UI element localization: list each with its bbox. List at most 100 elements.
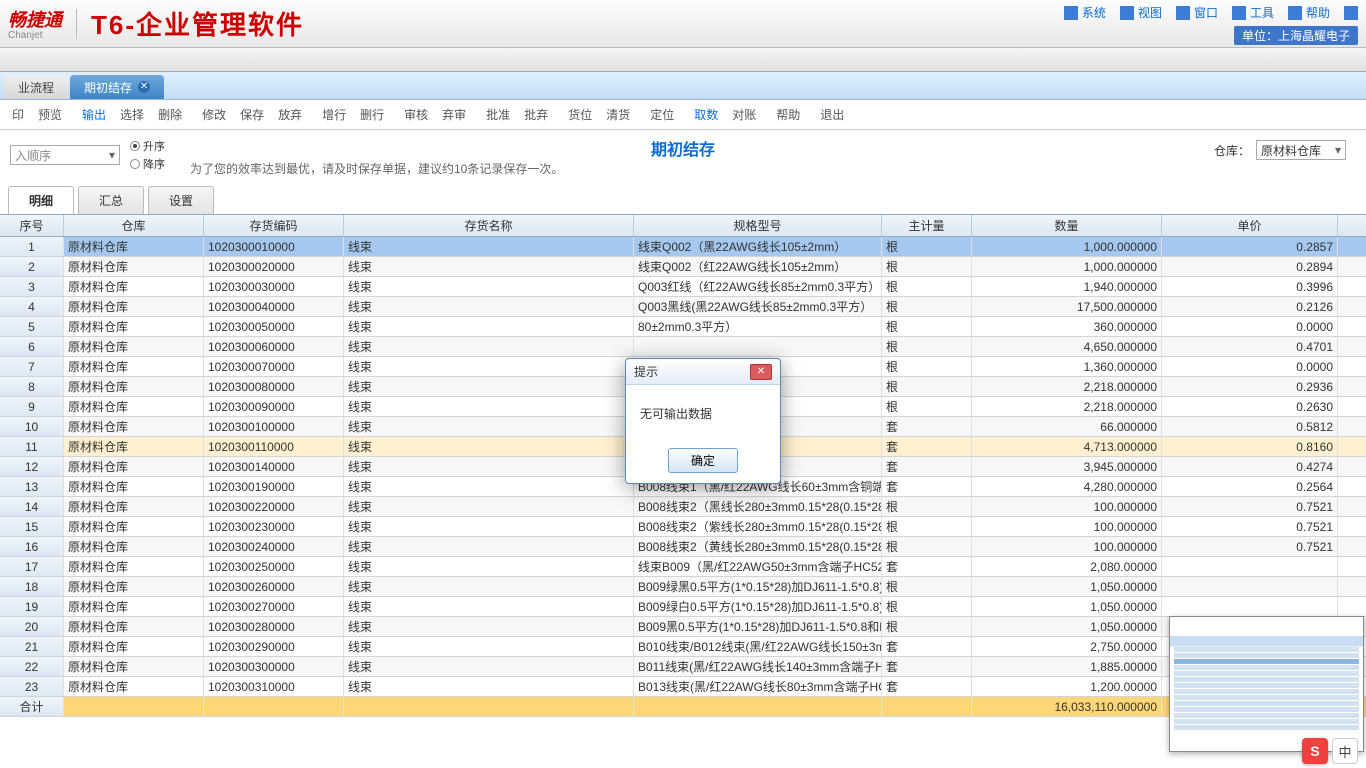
cell[interactable]: 4,280.000000 [972, 477, 1162, 496]
cell[interactable]: 0.0000 [1162, 317, 1338, 336]
cell[interactable]: 1020300270000 [204, 597, 344, 616]
table-row[interactable]: 1原材料仓库1020300010000线束线束Q002（黑22AWG线长105±… [0, 237, 1366, 257]
cell[interactable]: 原材料仓库 [64, 337, 204, 356]
cell[interactable]: 原材料仓库 [64, 417, 204, 436]
cell[interactable]: 线束 [344, 357, 634, 376]
cell[interactable]: 根 [882, 397, 972, 416]
inner-tab-settings[interactable]: 设置 [148, 186, 214, 214]
toolbar-修改[interactable]: 修改 [198, 104, 230, 125]
cell[interactable]: 线束 [344, 497, 634, 516]
cell[interactable]: 原材料仓库 [64, 677, 204, 696]
cell[interactable]: 原材料仓库 [64, 257, 204, 276]
cell[interactable]: 4,650.000000 [972, 337, 1162, 356]
cell[interactable]: 7 [0, 357, 64, 376]
cell[interactable]: 1 [0, 237, 64, 256]
cell[interactable]: 套 [882, 417, 972, 436]
cell[interactable]: 360.000000 [972, 317, 1162, 336]
cell[interactable]: 8 [0, 377, 64, 396]
cell[interactable]: 原材料仓库 [64, 317, 204, 336]
cell[interactable]: 1020300100000 [204, 417, 344, 436]
cell[interactable]: 套 [882, 657, 972, 676]
cell[interactable]: 线束 [344, 637, 634, 656]
cell[interactable] [1162, 597, 1338, 616]
cell[interactable]: 原材料仓库 [64, 397, 204, 416]
cell[interactable]: 原材料仓库 [64, 617, 204, 636]
col-code[interactable]: 存货编码 [204, 215, 344, 236]
table-row[interactable]: 16原材料仓库1020300240000线束B008线束2（黄线长280±3mm… [0, 537, 1366, 557]
toolbar-弃审[interactable]: 弃审 [438, 104, 470, 125]
table-row[interactable]: 19原材料仓库1020300270000线束B009绿白0.5平方(1*0.15… [0, 597, 1366, 617]
cell[interactable]: 4 [0, 297, 64, 316]
cell[interactable]: 根 [882, 497, 972, 516]
toolbar-保存[interactable]: 保存 [236, 104, 268, 125]
cell[interactable]: 4,713.000000 [972, 437, 1162, 456]
cell[interactable]: 0.2630 [1162, 397, 1338, 416]
sort-field-select[interactable]: 入顺序 [10, 145, 120, 165]
cell[interactable]: 线束 [344, 657, 634, 676]
cell[interactable]: 1,000.000000 [972, 237, 1162, 256]
cell[interactable]: 2,218.000000 [972, 397, 1162, 416]
cell[interactable]: 80±2mm0.3平方） [634, 317, 882, 336]
cell[interactable]: 根 [882, 517, 972, 536]
menu-help[interactable]: 帮助 [1288, 4, 1330, 21]
tab-workflow[interactable]: 业流程 [4, 75, 68, 99]
cell[interactable]: 1020300090000 [204, 397, 344, 416]
cell[interactable]: B009黑0.5平方(1*0.15*28)加DJ611-1.5*0.8和M [634, 617, 882, 636]
cell[interactable]: 1,050.00000 [972, 577, 1162, 596]
cell[interactable]: 66.000000 [972, 417, 1162, 436]
cell[interactable]: 0.2126 [1162, 297, 1338, 316]
cell[interactable]: 1020300250000 [204, 557, 344, 576]
cell[interactable]: 5 [0, 317, 64, 336]
cell[interactable]: 0.7521 [1162, 537, 1338, 556]
cell[interactable]: 根 [882, 577, 972, 596]
table-row[interactable]: 18原材料仓库1020300260000线束B009绿黑0.5平方(1*0.15… [0, 577, 1366, 597]
cell[interactable]: 线束Q002（黑22AWG线长105±2mm） [634, 237, 882, 256]
cell[interactable]: 原材料仓库 [64, 497, 204, 516]
cell[interactable]: 11 [0, 437, 64, 456]
menu-view[interactable]: 视图 [1120, 4, 1162, 21]
cell[interactable]: 线束 [344, 417, 634, 436]
cell[interactable]: 线束 [344, 457, 634, 476]
cell[interactable]: 17,500.000000 [972, 297, 1162, 316]
table-row[interactable]: 23原材料仓库1020300310000线束B013线束(黑/红22AWG线长8… [0, 677, 1366, 697]
cell[interactable]: 线束 [344, 537, 634, 556]
cell[interactable]: 原材料仓库 [64, 637, 204, 656]
cell[interactable]: 原材料仓库 [64, 297, 204, 316]
cell[interactable]: Q003黑线(黑22AWG线长85±2mm0.3平方） [634, 297, 882, 316]
cell[interactable]: 线束 [344, 277, 634, 296]
cell[interactable]: 原材料仓库 [64, 657, 204, 676]
toolbar-删行[interactable]: 删行 [356, 104, 388, 125]
cell[interactable]: 1020300020000 [204, 257, 344, 276]
cell[interactable]: 10 [0, 417, 64, 436]
cell[interactable]: 根 [882, 277, 972, 296]
cell[interactable]: 1020300010000 [204, 237, 344, 256]
cell[interactable]: 12 [0, 457, 64, 476]
col-name[interactable]: 存货名称 [344, 215, 634, 236]
cell[interactable]: 1,360.000000 [972, 357, 1162, 376]
toolbar-货位[interactable]: 货位 [564, 104, 596, 125]
cell[interactable]: 套 [882, 437, 972, 456]
cell[interactable]: 根 [882, 237, 972, 256]
cell[interactable]: 18 [0, 577, 64, 596]
cell[interactable]: 根 [882, 597, 972, 616]
cell[interactable]: 0.2894 [1162, 257, 1338, 276]
cell[interactable] [1162, 577, 1338, 596]
cell[interactable]: 1020300080000 [204, 377, 344, 396]
toolbar-预览[interactable]: 预览 [34, 104, 66, 125]
cell[interactable]: 1,050.00000 [972, 597, 1162, 616]
toolbar-帮助[interactable]: 帮助 [772, 104, 804, 125]
cell[interactable]: B008线束2（黄线长280±3mm0.15*28(0.15*28) [634, 537, 882, 556]
tab-opening-balance[interactable]: 期初结存 ✕ [70, 75, 164, 99]
cell[interactable]: 2,218.000000 [972, 377, 1162, 396]
cell[interactable]: 原材料仓库 [64, 557, 204, 576]
cell[interactable]: 1020300220000 [204, 497, 344, 516]
cell[interactable]: 1,940.000000 [972, 277, 1162, 296]
cell[interactable]: 0.2564 [1162, 477, 1338, 496]
toolbar-删除[interactable]: 删除 [154, 104, 186, 125]
col-seq[interactable]: 序号 [0, 215, 64, 236]
toolbar-印[interactable]: 印 [8, 104, 28, 125]
cell[interactable]: 1020300260000 [204, 577, 344, 596]
table-row[interactable]: 6原材料仓库1020300060000线束根4,650.0000000.4701 [0, 337, 1366, 357]
cell[interactable]: 2 [0, 257, 64, 276]
cell[interactable]: 1,050.00000 [972, 617, 1162, 636]
